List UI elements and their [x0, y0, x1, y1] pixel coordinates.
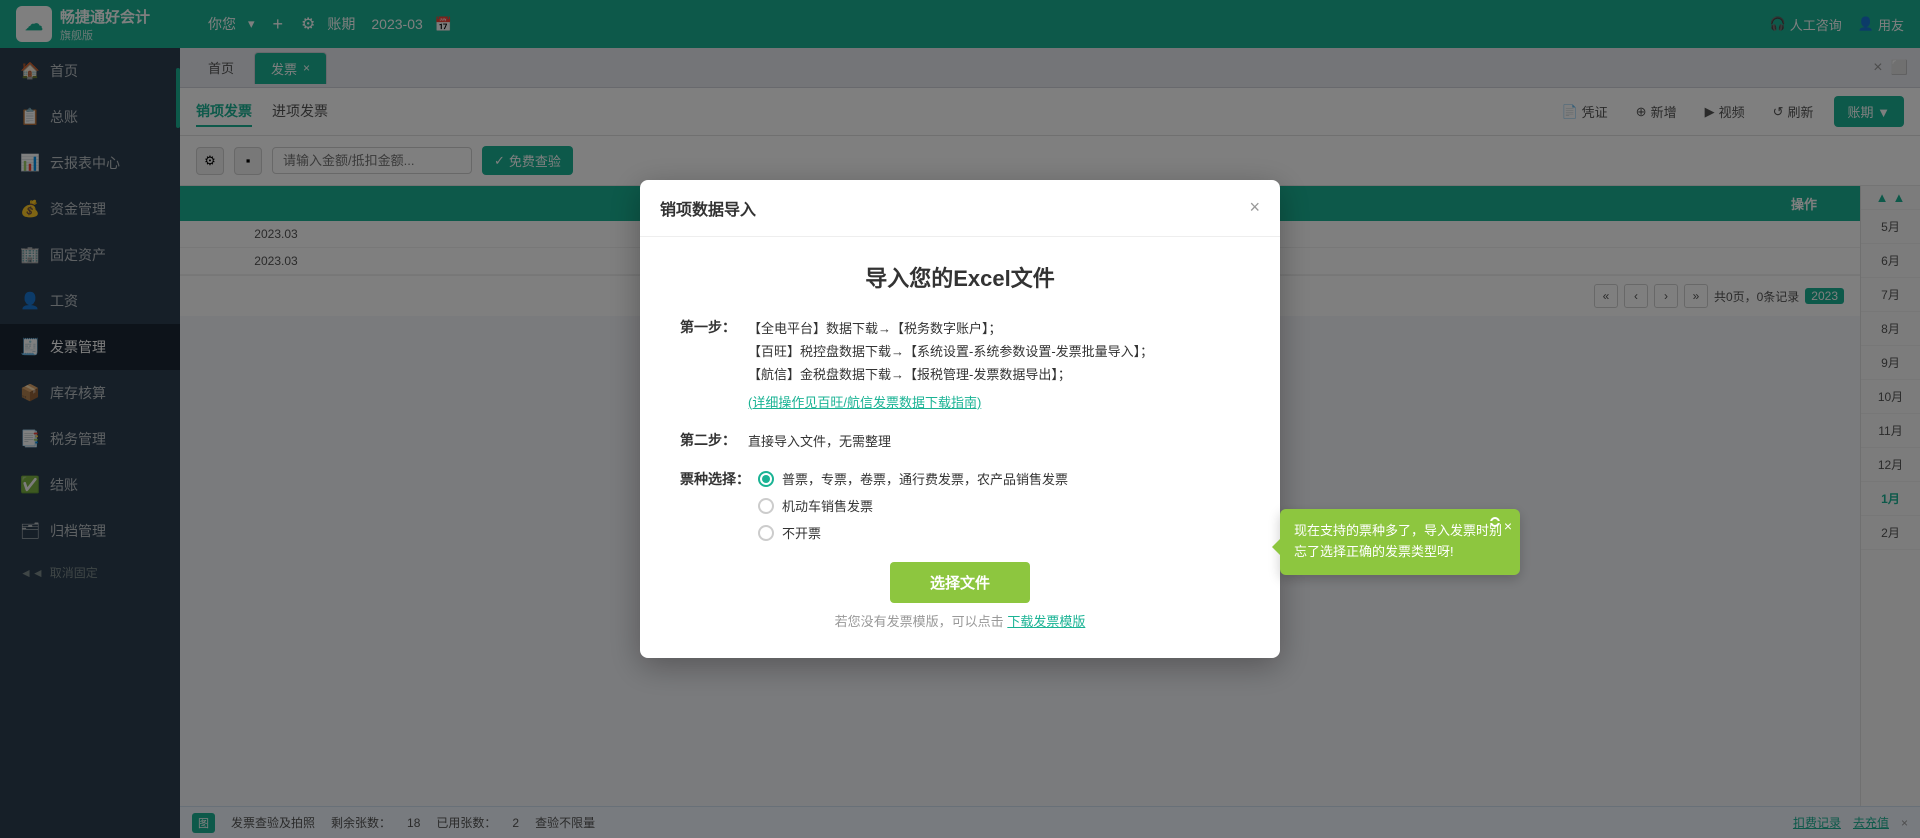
radio-option-2[interactable]: 机动车销售发票: [758, 496, 1068, 515]
tooltip-bubble: × 现在支持的票种多了，导入发票时别忘了选择正确的发票类型呀!: [1280, 509, 1520, 575]
radio-dot-1: [762, 475, 770, 483]
modal-heading: 导入您的Excel文件: [680, 261, 1240, 293]
step1-line2: 【百旺】税控盘数据下载→【系统设置-系统参数设置-发票批量导入】；: [748, 340, 1153, 363]
modal-close-btn[interactable]: ×: [1249, 197, 1260, 218]
select-file-btn[interactable]: 选择文件: [890, 562, 1030, 603]
modal-title: 销项数据导入: [660, 196, 756, 220]
step2-row: 第二步： 直接导入文件，无需整理: [680, 430, 1240, 453]
radio-option-3[interactable]: 不开票: [758, 523, 1068, 542]
step1-content: 【全电平台】数据下载→【税务数字账户】； 【百旺】税控盘数据下载→【系统设置-系…: [748, 317, 1153, 415]
tooltip-text: 现在支持的票种多了，导入发票时别忘了选择正确的发票类型呀!: [1294, 523, 1502, 559]
radio-options: 普票，专票，卷票，通行费发票，农产品销售发票 机动车销售发票 不开票: [758, 469, 1068, 542]
modal-footer-note: 若您没有发票模版，可以点击 下载发票模版: [680, 611, 1240, 630]
modal-overlay: 销项数据导入 × 导入您的Excel文件 第一步： 【全电平台】数据下载→【税务…: [0, 0, 1920, 838]
radio-option-1[interactable]: 普票，专票，卷票，通行费发票，农产品销售发票: [758, 469, 1068, 488]
download-template-link[interactable]: 下载发票模版: [1007, 614, 1085, 629]
radio-circle-3: [758, 525, 774, 541]
modal-body: 导入您的Excel文件 第一步： 【全电平台】数据下载→【税务数字账户】； 【百…: [640, 237, 1280, 659]
step1-row: 第一步： 【全电平台】数据下载→【税务数字账户】； 【百旺】税控盘数据下载→【系…: [680, 317, 1240, 415]
tooltip-connector-line: [1474, 521, 1502, 523]
step1-line1: 【全电平台】数据下载→【税务数字账户】；: [748, 317, 1153, 340]
import-modal: 销项数据导入 × 导入您的Excel文件 第一步： 【全电平台】数据下载→【税务…: [640, 180, 1280, 659]
step2-content: 直接导入文件，无需整理: [748, 430, 891, 453]
ticket-selection-row: 票种选择： 普票，专票，卷票，通行费发票，农产品销售发票 机动车销售发票: [680, 469, 1240, 542]
radio-circle-2: [758, 498, 774, 514]
radio-circle-1: [758, 471, 774, 487]
guide-link[interactable]: (详细操作见百旺/航信发票数据下载指南): [748, 395, 981, 410]
step1-label: 第一步：: [680, 317, 740, 415]
tooltip-close-btn[interactable]: ×: [1504, 515, 1512, 537]
ticket-label: 票种选择：: [680, 469, 750, 542]
step2-label: 第二步：: [680, 430, 740, 453]
modal-header: 销项数据导入 ×: [640, 180, 1280, 237]
step1-line3: 【航信】金税盘数据下载→【报税管理-发票数据导出】；: [748, 363, 1153, 386]
